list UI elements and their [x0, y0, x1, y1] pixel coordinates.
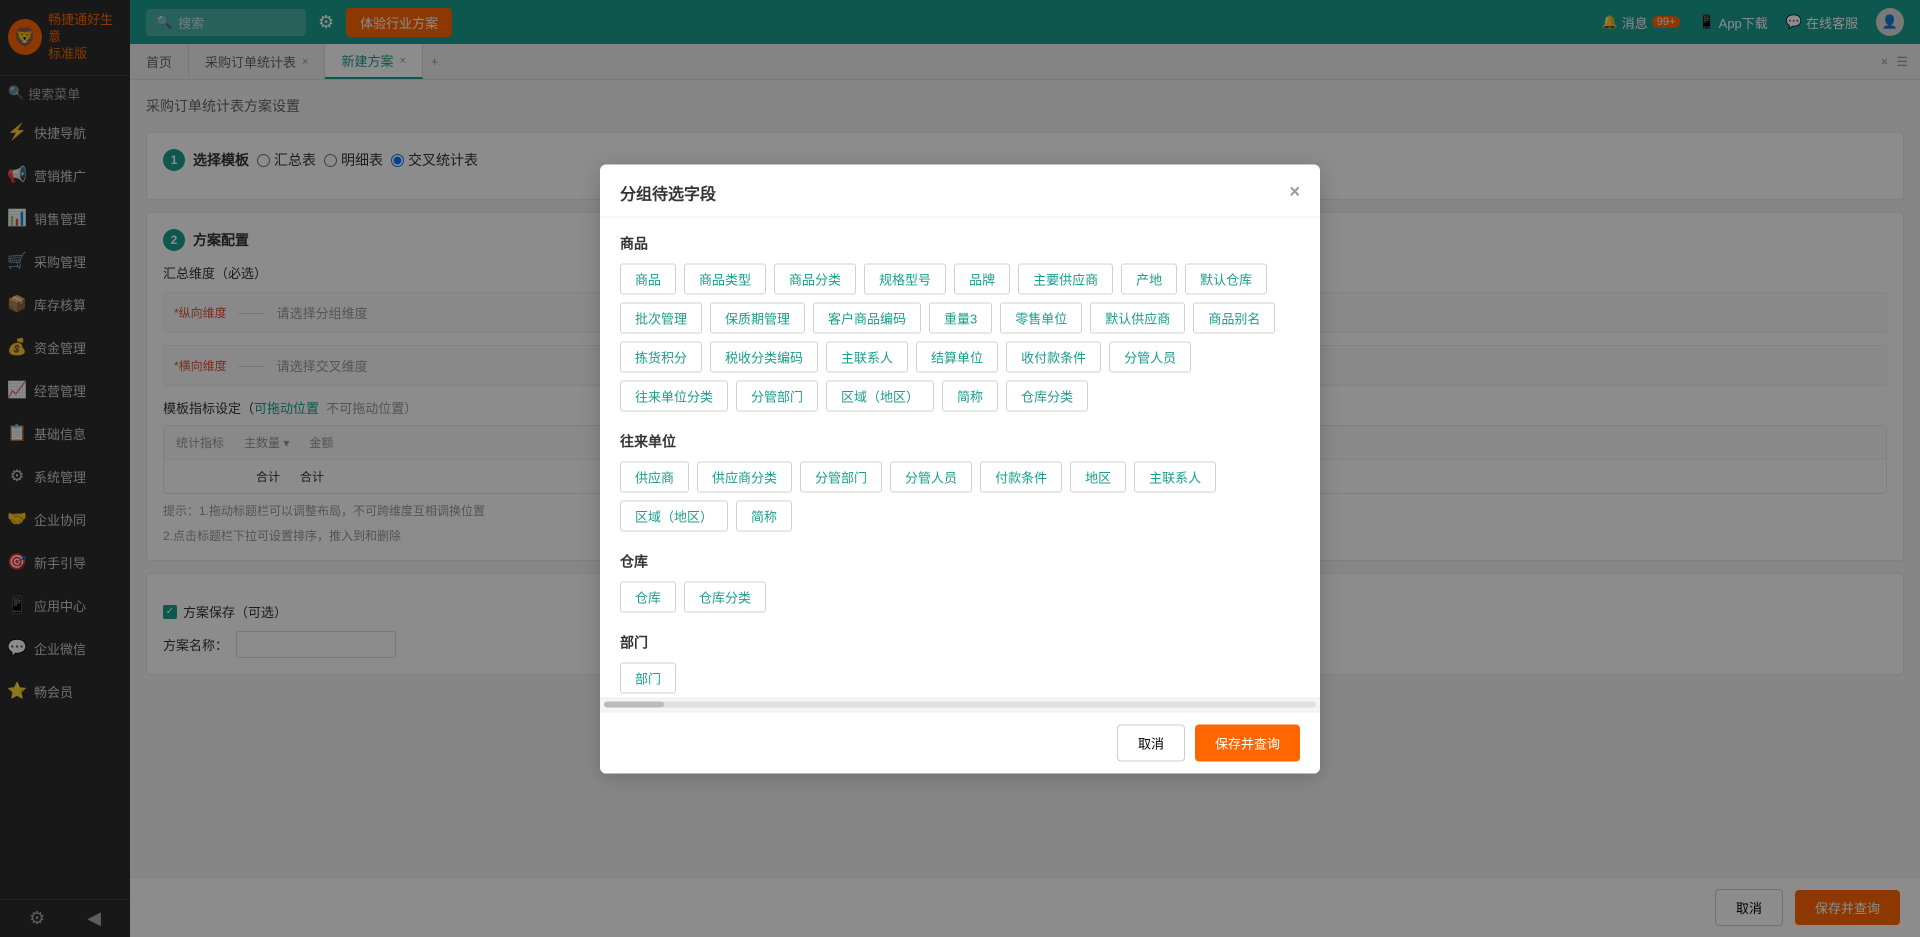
modal-title: 分组待选字段: [620, 180, 716, 204]
group-warehouse-title: 仓库: [620, 551, 1300, 571]
chip-partner-分管人员[interactable]: 分管人员: [890, 461, 972, 492]
chip-商品分类[interactable]: 商品分类: [774, 263, 856, 294]
chip-partner-主联系人[interactable]: 主联系人: [1134, 461, 1216, 492]
chip-默认仓库[interactable]: 默认仓库: [1185, 263, 1267, 294]
chip-客户商品编码[interactable]: 客户商品编码: [813, 302, 921, 333]
group-product-title: 商品: [620, 233, 1300, 253]
group-partner-title: 往来单位: [620, 431, 1300, 451]
hscroll-track: [604, 702, 1316, 708]
chip-商品[interactable]: 商品: [620, 263, 676, 294]
chip-供应商分类[interactable]: 供应商分类: [697, 461, 792, 492]
chip-保质期管理[interactable]: 保质期管理: [710, 302, 805, 333]
group-warehouse-chips: 仓库 仓库分类: [620, 581, 1300, 612]
chip-收付款条件[interactable]: 收付款条件: [1006, 341, 1101, 372]
chip-品牌[interactable]: 品牌: [954, 263, 1010, 294]
chip-重量3[interactable]: 重量3: [929, 302, 992, 333]
group-partner-chips: 供应商 供应商分类 分管部门 分管人员 付款条件 地区 主联系人 区域（地区） …: [620, 461, 1300, 531]
field-group-product: 商品 商品 商品类型 商品分类 规格型号 品牌 主要供应商 产地 默认仓库 批次…: [620, 233, 1300, 411]
group-department-title: 部门: [620, 632, 1300, 652]
modal: 分组待选字段 × 商品 商品 商品类型 商品分类 规格型号 品牌 主要供应商 产…: [600, 164, 1320, 773]
chip-批次管理[interactable]: 批次管理: [620, 302, 702, 333]
chip-商品类型[interactable]: 商品类型: [684, 263, 766, 294]
chip-供应商[interactable]: 供应商: [620, 461, 689, 492]
chip-往来单位分类[interactable]: 往来单位分类: [620, 380, 728, 411]
chip-主要供应商[interactable]: 主要供应商: [1018, 263, 1113, 294]
modal-header: 分组待选字段 ×: [600, 164, 1320, 217]
chip-warehouse-仓库分类[interactable]: 仓库分类: [684, 581, 766, 612]
chip-仓库分类[interactable]: 仓库分类: [1006, 380, 1088, 411]
chip-零售单位[interactable]: 零售单位: [1000, 302, 1082, 333]
chip-产地[interactable]: 产地: [1121, 263, 1177, 294]
chip-规格型号[interactable]: 规格型号: [864, 263, 946, 294]
chip-默认供应商[interactable]: 默认供应商: [1090, 302, 1185, 333]
chip-商品别名[interactable]: 商品别名: [1193, 302, 1275, 333]
modal-footer: 取消 保存并查询: [600, 711, 1320, 773]
field-group-warehouse: 仓库 仓库 仓库分类: [620, 551, 1300, 612]
chip-partner-分管部门[interactable]: 分管部门: [800, 461, 882, 492]
chip-主联系人[interactable]: 主联系人: [826, 341, 908, 372]
field-group-department: 部门 部门: [620, 632, 1300, 693]
chip-partner-区域地区[interactable]: 区域（地区）: [620, 500, 728, 531]
modal-hscroll[interactable]: [600, 697, 1320, 711]
chip-结算单位[interactable]: 结算单位: [916, 341, 998, 372]
hscroll-thumb[interactable]: [604, 702, 664, 708]
modal-body[interactable]: 商品 商品 商品类型 商品分类 规格型号 品牌 主要供应商 产地 默认仓库 批次…: [600, 217, 1320, 697]
chip-分管人员[interactable]: 分管人员: [1109, 341, 1191, 372]
modal-close-btn[interactable]: ×: [1289, 182, 1300, 203]
chip-仓库[interactable]: 仓库: [620, 581, 676, 612]
group-department-chips: 部门: [620, 662, 1300, 693]
field-group-partner: 往来单位 供应商 供应商分类 分管部门 分管人员 付款条件 地区 主联系人 区域…: [620, 431, 1300, 531]
chip-拣货积分[interactable]: 拣货积分: [620, 341, 702, 372]
modal-cancel-btn[interactable]: 取消: [1117, 724, 1185, 761]
chip-区域地区[interactable]: 区域（地区）: [826, 380, 934, 411]
modal-save-btn[interactable]: 保存并查询: [1195, 724, 1300, 761]
chip-分管部门[interactable]: 分管部门: [736, 380, 818, 411]
chip-地区[interactable]: 地区: [1070, 461, 1126, 492]
chip-税收分类编码[interactable]: 税收分类编码: [710, 341, 818, 372]
chip-部门[interactable]: 部门: [620, 662, 676, 693]
group-product-chips: 商品 商品类型 商品分类 规格型号 品牌 主要供应商 产地 默认仓库 批次管理 …: [620, 263, 1300, 411]
chip-简称[interactable]: 简称: [942, 380, 998, 411]
chip-partner-简称[interactable]: 简称: [736, 500, 792, 531]
chip-付款条件[interactable]: 付款条件: [980, 461, 1062, 492]
